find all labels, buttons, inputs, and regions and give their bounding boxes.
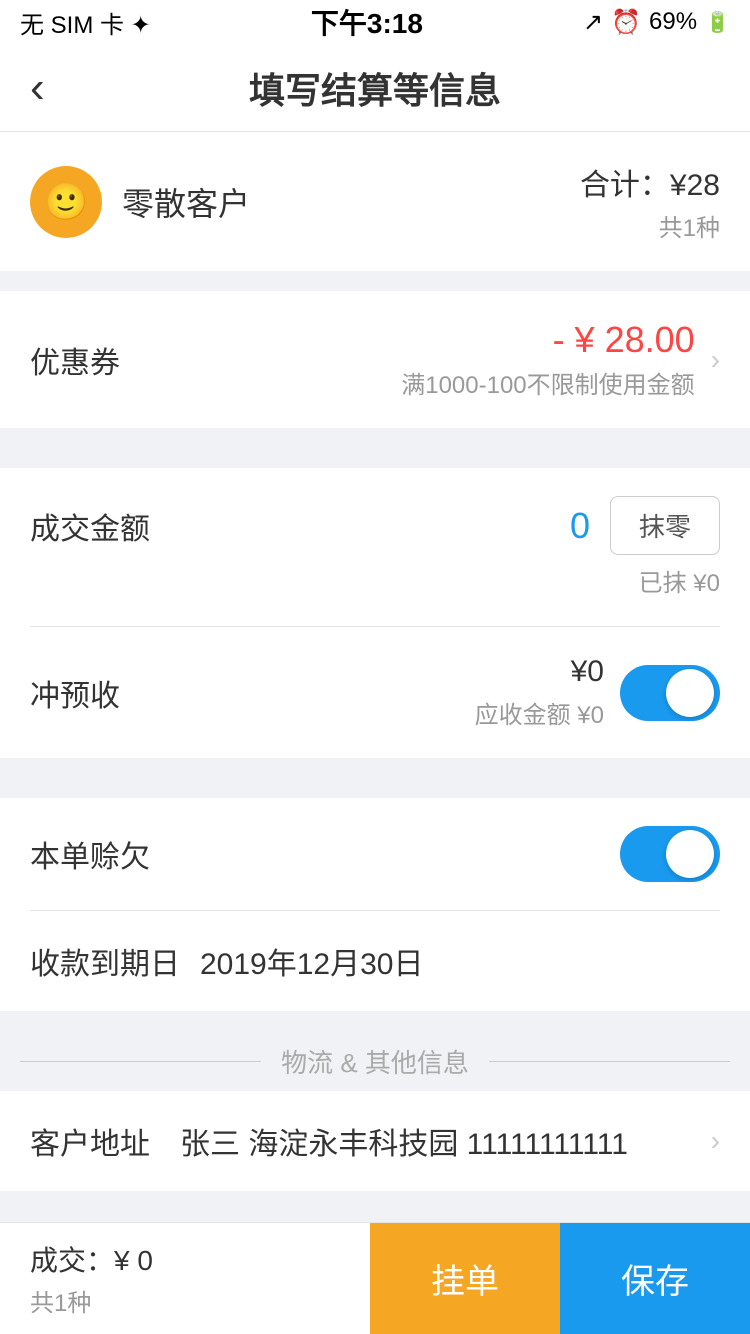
bottom-summary: 成交：¥ 0 共1种: [0, 1239, 370, 1318]
due-date-row[interactable]: 收款到期日 2019年12月30日: [0, 911, 750, 1011]
coupon-discount: - ¥ 28.00: [401, 319, 694, 361]
battery-text: 69%: [649, 8, 697, 36]
chevron-icon: ›: [711, 344, 720, 376]
customer-card: 🙂 零散客户 合计：¥28 共1种: [0, 132, 750, 271]
customer-name: 零散客户: [122, 179, 250, 225]
prepayment-right: ¥0 应收金额 ¥0: [475, 655, 720, 730]
address-row[interactable]: 客户地址 张三 海淀永丰科技园 11111111111 ›: [0, 1091, 750, 1191]
amount-right: 0 抹零: [570, 496, 720, 555]
credit-section: 本单赊欠: [0, 798, 750, 910]
section-gap-1: [0, 448, 750, 468]
status-left: 无 SIM 卡 ✦: [20, 5, 151, 40]
coupon-label: 优惠券: [30, 338, 120, 382]
total-count: 共1种: [580, 208, 720, 243]
bottom-deal-value: ¥ 0: [114, 1245, 153, 1276]
location-icon: ↗: [583, 8, 603, 37]
address-card: 客户地址 张三 海淀永丰科技园 11111111111 ›: [0, 1091, 750, 1191]
credit-card: 本单赊欠 收款到期日 2019年12月30日: [0, 798, 750, 1011]
credit-toggle-knob: [666, 830, 714, 878]
prepayment-sub: 应收金额 ¥0: [475, 695, 604, 730]
avatar-icon: 🙂: [44, 181, 89, 223]
prepayment-amount: ¥0: [571, 655, 604, 689]
deal-amount-sub: 已抹 ¥0: [30, 563, 720, 598]
customer-row[interactable]: 🙂 零散客户 合计：¥28 共1种: [0, 132, 750, 271]
customer-total: 合计：¥28 共1种: [580, 160, 720, 243]
credit-toggle[interactable]: [620, 826, 720, 882]
customer-left: 🙂 零散客户: [30, 166, 250, 238]
bottom-bar: 成交：¥ 0 共1种 挂单 保存: [0, 1222, 750, 1334]
deal-amount-card: 成交金额 0 抹零 已抹 ¥0 冲预收 ¥0 应收金额 ¥0: [0, 468, 750, 758]
round-button[interactable]: 抹零: [610, 496, 720, 555]
signal-text: 无 SIM 卡 ✦: [20, 5, 151, 40]
address-chevron-icon: ›: [711, 1125, 720, 1157]
toggle-knob: [666, 669, 714, 717]
battery-icon: 🔋: [705, 10, 730, 35]
status-bar: 无 SIM 卡 ✦ 下午3:18 ↗ ⏰ 69% 🔋: [0, 0, 750, 44]
nav-bar: ‹ 填写结算等信息: [0, 44, 750, 132]
due-date-value: 2019年12月30日: [200, 939, 423, 983]
amount-row: 成交金额 0 抹零: [30, 496, 720, 555]
amount-section: 成交金额 0 抹零 已抹 ¥0: [0, 468, 750, 626]
coupon-card: 优惠券 - ¥ 28.00 满1000-100不限制使用金额 ›: [0, 291, 750, 428]
avatar: 🙂: [30, 166, 102, 238]
alarm-icon: ⏰: [611, 8, 641, 37]
status-time: 下午3:18: [311, 2, 423, 42]
hold-button[interactable]: 挂单: [370, 1223, 560, 1334]
prepayment-toggle[interactable]: [620, 665, 720, 721]
back-button[interactable]: ‹: [30, 63, 45, 113]
status-right: ↗ ⏰ 69% 🔋: [583, 8, 730, 37]
logistics-divider: 物流 & 其他信息: [0, 1031, 750, 1091]
logistics-label: 物流 & 其他信息: [281, 1043, 469, 1080]
credit-row: 本单赊欠: [30, 826, 720, 882]
coupon-value-container: - ¥ 28.00 满1000-100不限制使用金额: [401, 319, 694, 400]
address-label: 客户地址: [30, 1119, 150, 1163]
bottom-deal-label: 成交：: [30, 1245, 114, 1276]
content-area: 🙂 零散客户 合计：¥28 共1种 优惠券 - ¥ 28.00 满1000-10…: [0, 132, 750, 1331]
prepayment-amounts: ¥0 应收金额 ¥0: [475, 655, 604, 730]
page-title: 填写结算等信息: [249, 62, 501, 114]
credit-label: 本单赊欠: [30, 832, 150, 876]
deal-amount-value[interactable]: 0: [570, 505, 590, 547]
address-value: 张三 海淀永丰科技园 11111111111: [180, 1119, 711, 1163]
save-button[interactable]: 保存: [560, 1223, 750, 1334]
prepayment-label: 冲预收: [30, 671, 120, 715]
coupon-row[interactable]: 优惠券 - ¥ 28.00 满1000-100不限制使用金额 ›: [0, 291, 750, 428]
due-date-label: 收款到期日: [30, 939, 180, 983]
total-amount: 合计：¥28: [580, 160, 720, 204]
coupon-sub: 满1000-100不限制使用金额: [401, 365, 694, 400]
coupon-right: - ¥ 28.00 满1000-100不限制使用金额 ›: [401, 319, 720, 400]
bottom-deal-amount: 成交：¥ 0: [30, 1239, 340, 1279]
deal-amount-label: 成交金额: [30, 504, 150, 548]
bottom-count: 共1种: [30, 1283, 340, 1318]
prepayment-row: 冲预收 ¥0 应收金额 ¥0: [0, 627, 750, 758]
section-gap-2: [0, 778, 750, 798]
